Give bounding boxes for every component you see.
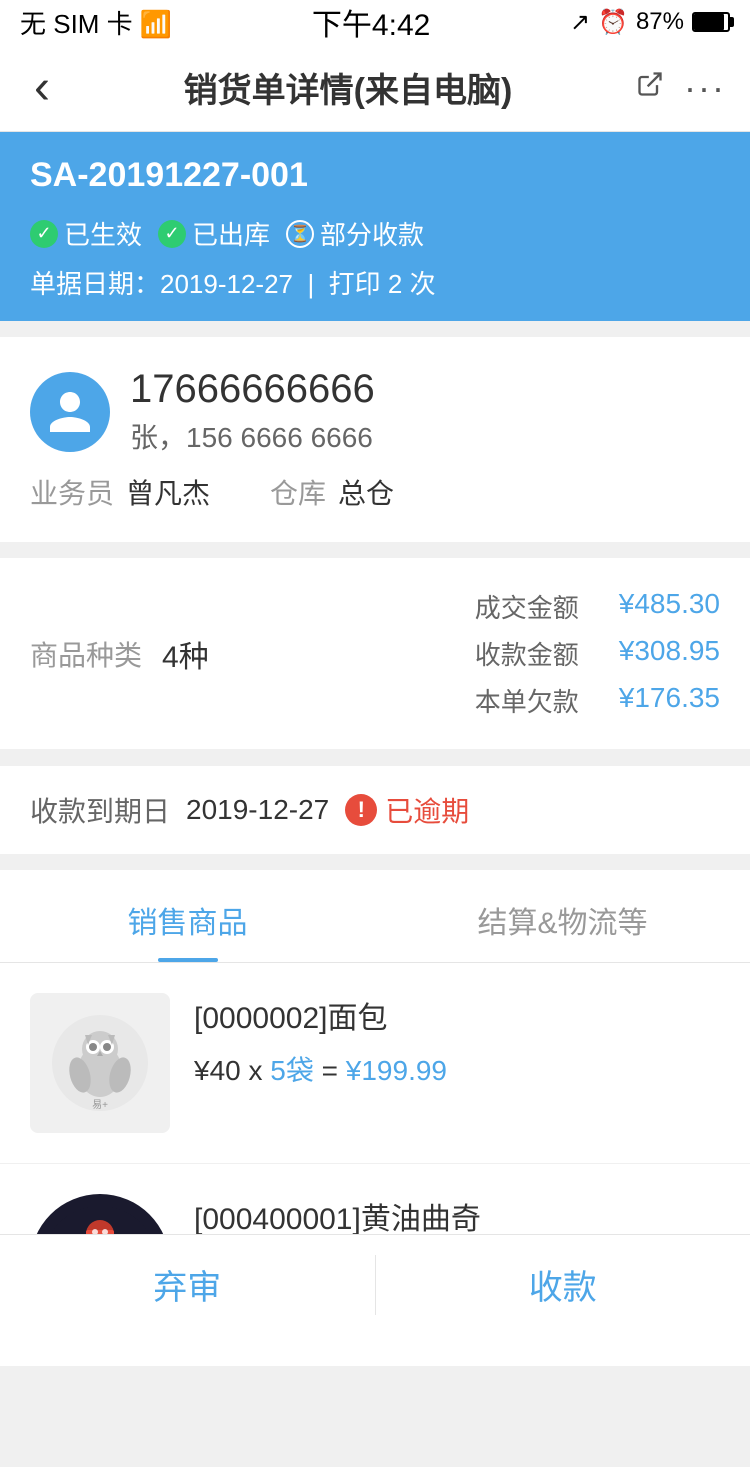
status-time: 下午4:42: [312, 0, 430, 44]
warehouse-value: 总仓: [338, 472, 394, 512]
customer-phone: 17666666666: [130, 367, 375, 412]
status-right-icons: ↗ ⏰ 87%: [570, 8, 730, 37]
tabs-section: 销售商品 结算&物流等: [0, 870, 750, 963]
effective-icon: ✓: [30, 220, 58, 248]
nav-right-actions: ···: [636, 67, 726, 109]
overdue-badge: ! 已逾期: [345, 790, 469, 830]
deal-amount-value: ¥485.30: [619, 588, 720, 625]
sales-label: 业务员: [30, 472, 114, 512]
customer-name-phone: 张，156 6666 6666: [130, 416, 375, 456]
order-id: SA-20191227-001: [30, 156, 308, 195]
stats-left: 商品种类 4种: [30, 588, 209, 719]
due-label: 收款到期日: [30, 790, 170, 830]
partial-icon: ⏳: [286, 220, 314, 248]
product-info-1: [0000002]面包 ¥40 x 5袋 = ¥199.99: [194, 993, 720, 1133]
nav-bar: ‹ 销货单详情(来自电脑) ···: [0, 44, 750, 132]
received-amount-value: ¥308.95: [619, 635, 720, 672]
debt-amount-row: 本单欠款 ¥176.35: [475, 682, 720, 719]
cancel-review-button[interactable]: 弃审: [0, 1235, 375, 1334]
order-header: SA-20191227-001 ✓ 已生效 ✓ 已出库 ⏳ 部分收款 单据日期：…: [0, 132, 750, 321]
deal-amount-row: 成交金额 ¥485.30: [475, 588, 720, 625]
product-total-1: ¥199.99: [346, 1055, 447, 1086]
customer-meta: 业务员 曾凡杰 仓库 总仓: [30, 472, 720, 512]
status-bar: 无 SIM 卡 📶 下午4:42 ↗ ⏰ 87%: [0, 0, 750, 44]
received-amount-label: 收款金额: [475, 635, 579, 672]
sales-value: 曾凡杰: [126, 472, 210, 512]
received-amount-row: 收款金额 ¥308.95: [475, 635, 720, 672]
warehouse-label: 仓库: [270, 472, 326, 512]
location-icon: ↗: [570, 8, 590, 37]
bottom-bar: 弃审 收款: [0, 1234, 750, 1334]
product-qty-1: 5袋: [270, 1055, 314, 1086]
status-network: 无 SIM 卡 📶: [20, 4, 172, 41]
back-button[interactable]: ‹: [24, 50, 60, 125]
badge-shipped: ✓ 已出库: [158, 215, 270, 252]
payment-button[interactable]: 收款: [376, 1235, 750, 1334]
battery-icon: [692, 12, 730, 32]
badge-effective: ✓ 已生效: [30, 215, 142, 252]
deal-amount-label: 成交金额: [475, 588, 579, 625]
order-status-badges: ✓ 已生效 ✓ 已出库 ⏳ 部分收款: [30, 215, 424, 252]
page-title: 销货单详情(来自电脑): [60, 63, 636, 112]
product-item-1: 易+ [0000002]面包 ¥40 x 5袋 = ¥199.99: [0, 963, 750, 1164]
product-price-1: ¥40 x 5袋 = ¥199.99: [194, 1049, 720, 1089]
product-types-value: 4种: [162, 632, 209, 676]
sales-meta: 业务员 曾凡杰: [30, 472, 210, 512]
battery-text: 87%: [636, 8, 684, 36]
customer-section: 17666666666 张，156 6666 6666 业务员 曾凡杰 仓库 总…: [0, 337, 750, 542]
shipped-icon: ✓: [158, 220, 186, 248]
share-icon[interactable]: [636, 70, 664, 106]
stats-section: 商品种类 4种 成交金额 ¥485.30 收款金额 ¥308.95 本单欠款 ¥…: [0, 558, 750, 749]
debt-amount-label: 本单欠款: [475, 682, 579, 719]
warehouse-meta: 仓库 总仓: [270, 472, 394, 512]
overdue-icon: !: [345, 794, 377, 826]
overdue-text: 已逾期: [385, 790, 469, 830]
customer-top: 17666666666 张，156 6666 6666: [30, 367, 720, 456]
svg-text:易+: 易+: [92, 1099, 108, 1111]
more-icon[interactable]: ···: [684, 67, 726, 109]
customer-avatar: [30, 372, 110, 452]
order-date: 单据日期：2019-12-27 | 打印 2 次: [30, 264, 720, 301]
debt-amount-value: ¥176.35: [619, 682, 720, 719]
customer-info: 17666666666 张，156 6666 6666: [130, 367, 375, 456]
product-types-label: 商品种类: [30, 634, 142, 674]
due-date-value: 2019-12-27: [186, 794, 329, 826]
product-image-1: 易+: [30, 993, 170, 1133]
product-name-2: [000400001]黄油曲奇: [194, 1194, 720, 1238]
due-section: 收款到期日 2019-12-27 ! 已逾期: [0, 765, 750, 854]
alarm-icon: ⏰: [598, 8, 628, 37]
product-name-1: [0000002]面包: [194, 993, 720, 1037]
tab-products[interactable]: 销售商品: [0, 870, 375, 962]
badge-partial: ⏳ 部分收款: [286, 215, 424, 252]
stats-right: 成交金额 ¥485.30 收款金额 ¥308.95 本单欠款 ¥176.35: [475, 588, 720, 719]
tab-settlement[interactable]: 结算&物流等: [375, 870, 750, 962]
